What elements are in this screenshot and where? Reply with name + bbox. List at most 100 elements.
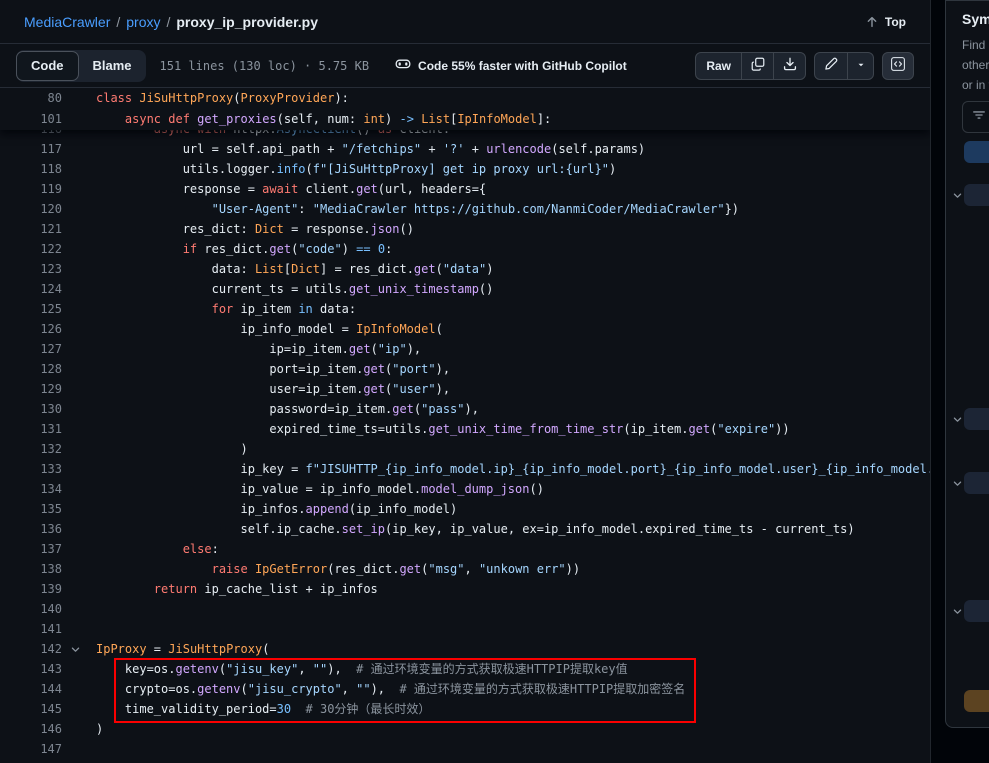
code-text: expired_time_ts=utils.get_unix_time_from… [96,419,790,439]
line-number[interactable]: 147 [0,739,62,759]
code-line: 132 ) [0,439,930,459]
code-line: 125 for ip_item in data: [0,299,930,319]
breadcrumb-bar: MediaCrawler / proxy / proxy_ip_provider… [0,0,930,44]
symbol-row [946,408,989,430]
fold-spacer [62,619,96,639]
code-text: utils.logger.info(f"[JiSuHttpProxy] get … [96,159,616,179]
code-line: 126 ip_info_model = IpInfoModel( [0,319,930,339]
symbols-filter-input[interactable] [962,101,989,133]
line-number[interactable]: 130 [0,399,62,419]
fold-spacer [62,339,96,359]
line-number[interactable]: 132 [0,439,62,459]
code-text: res_dict: Dict = response.json() [96,219,414,239]
breadcrumb-repo-link[interactable]: MediaCrawler [24,14,110,30]
line-number[interactable]: 127 [0,339,62,359]
line-number[interactable]: 119 [0,179,62,199]
code-line: 128 port=ip_item.get("port"), [0,359,930,379]
download-icon [783,57,797,74]
code-line: 124 current_ts = utils.get_unix_timestam… [0,279,930,299]
code-line: 137 else: [0,539,930,559]
fold-spacer [62,239,96,259]
line-number[interactable]: 122 [0,239,62,259]
line-number[interactable]: 121 [0,219,62,239]
code-text: class JiSuHttpProxy(ProxyProvider): [96,88,349,109]
tab-blame[interactable]: Blame [79,51,146,81]
code-line: 119 response = await client.get(url, hea… [0,179,930,199]
edit-dropdown-button[interactable] [847,53,873,79]
chevron-down-icon[interactable] [952,606,963,617]
raw-button[interactable]: Raw [696,53,741,79]
line-number[interactable]: 142 [0,639,62,659]
line-number[interactable]: 145 [0,699,62,719]
copy-raw-button[interactable] [741,53,773,79]
code-text: ) [96,439,248,459]
chevron-down-icon[interactable] [952,478,963,489]
line-number[interactable]: 124 [0,279,62,299]
code-line: 141 [0,619,930,639]
symbol-pill[interactable] [964,408,989,430]
chevron-down-icon[interactable] [952,414,963,425]
symbol-pill[interactable] [964,472,989,494]
edit-file-button[interactable] [815,53,847,79]
code-text: url = self.api_path + "/fetchips" + '?' … [96,139,645,159]
line-number[interactable]: 138 [0,559,62,579]
symbol-pill[interactable] [964,690,989,712]
copilot-banner[interactable]: Code 55% faster with GitHub Copilot [395,56,627,75]
code-text: if res_dict.get("code") == 0: [96,239,392,259]
code-text: return ip_cache_list + ip_infos [96,579,378,599]
line-number[interactable]: 136 [0,519,62,539]
line-number[interactable]: 144 [0,679,62,699]
line-number[interactable]: 131 [0,419,62,439]
line-number[interactable]: 125 [0,299,62,319]
code-line: 127 ip=ip_item.get("ip"), [0,339,930,359]
line-number[interactable]: 129 [0,379,62,399]
line-number[interactable]: 123 [0,259,62,279]
pencil-icon [824,57,838,74]
line-number[interactable]: 135 [0,499,62,519]
symbols-panel: Symbols Find definitions and references … [945,0,989,728]
code-line: 123 data: List[Dict] = res_dict.get("dat… [0,259,930,279]
code-text: else: [96,539,219,559]
fold-spacer [62,539,96,559]
fold-spacer [62,379,96,399]
line-number[interactable]: 118 [0,159,62,179]
scroll-to-top-button[interactable]: Top [857,11,914,33]
line-number[interactable]: 117 [0,139,62,159]
breadcrumb-folder-link[interactable]: proxy [126,14,160,30]
chevron-down-icon[interactable] [952,190,963,201]
breadcrumb-separator: / [166,14,170,30]
code-line: 138 raise IpGetError(res_dict.get("msg",… [0,559,930,579]
fold-spacer [62,459,96,479]
symbol-pill[interactable] [964,184,989,206]
code-viewer: 116 async with httpx.AsyncClient() as cl… [0,88,930,763]
symbol-pill[interactable] [964,141,989,163]
line-number[interactable]: 101 [0,109,62,130]
line-number[interactable]: 137 [0,539,62,559]
line-number[interactable]: 141 [0,619,62,639]
line-number[interactable]: 143 [0,659,62,679]
line-number[interactable]: 140 [0,599,62,619]
line-number[interactable]: 128 [0,359,62,379]
line-number[interactable]: 80 [0,88,62,109]
tab-code[interactable]: Code [16,51,79,81]
line-number[interactable]: 120 [0,199,62,219]
symbols-panel-toggle-button[interactable] [882,52,914,80]
code-text: user=ip_item.get("user"), [96,379,450,399]
fold-spacer [62,679,96,699]
line-number[interactable]: 134 [0,479,62,499]
code-line: 120 "User-Agent": "MediaCrawler https://… [0,199,930,219]
code-text: ip_infos.append(ip_info_model) [96,499,457,519]
line-number[interactable]: 146 [0,719,62,739]
line-number[interactable]: 139 [0,579,62,599]
line-number[interactable]: 126 [0,319,62,339]
symbol-pill[interactable] [964,600,989,622]
line-number[interactable]: 133 [0,459,62,479]
symbols-panel-title: Symbols [962,11,989,27]
fold-spacer [62,109,96,130]
copilot-banner-text: Code 55% faster with GitHub Copilot [418,59,627,73]
breadcrumb-file-name: proxy_ip_provider.py [176,14,318,30]
symbol-row [946,184,989,206]
download-raw-button[interactable] [773,53,805,79]
fold-toggle-icon[interactable] [62,639,96,659]
code-text: raise IpGetError(res_dict.get("msg", "un… [96,559,580,579]
